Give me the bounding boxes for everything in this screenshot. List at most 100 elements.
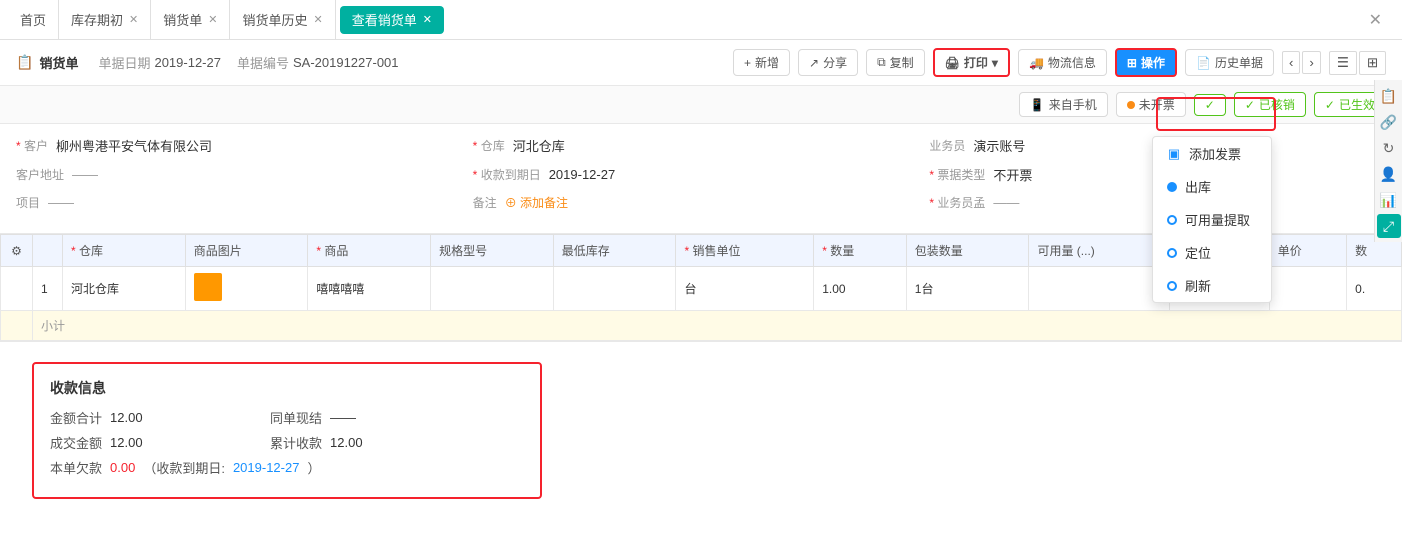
payment-title: 收款信息	[50, 378, 524, 398]
payment-cumulative-label: 累计收款	[270, 433, 322, 452]
copy-button[interactable]: ⧉ 复制	[866, 49, 925, 76]
add-remark-button[interactable]: ⊕ 添加备注	[505, 194, 568, 211]
payment-deal-value: 12.00	[110, 435, 143, 450]
operations-label: 操作	[1141, 54, 1165, 71]
payment-owe-date: 2019-12-27	[233, 460, 300, 475]
sales-staff-value: 演示账号	[973, 136, 1025, 155]
plus-icon: +	[744, 56, 751, 70]
col-settings[interactable]: ⚙	[1, 235, 33, 267]
new-label: 新增	[755, 54, 779, 71]
row-settings	[1, 267, 33, 311]
payment-owe-field: 本单欠款 0.00 （收款到期日: 2019-12-27 ）	[50, 458, 524, 477]
check-button[interactable]: ✓	[1194, 94, 1226, 116]
address-label: 客户地址	[16, 166, 64, 183]
view-grid-button[interactable]: ⊞	[1359, 51, 1386, 75]
doc-icon: 📋	[16, 54, 33, 71]
already-sold-button[interactable]: ✓ 已核销	[1234, 92, 1306, 117]
tab-view-sales[interactable]: 查看销货单 ✕	[340, 6, 444, 34]
tab-view-sales-close[interactable]: ✕	[423, 13, 432, 26]
col-available: 可用量 (...)	[1029, 235, 1169, 267]
tab-sales-order[interactable]: 销货单 ✕	[151, 0, 230, 39]
tab-home[interactable]: 首页	[8, 0, 59, 39]
outbound-label: 出库	[1185, 177, 1211, 196]
dropdown-item-refresh[interactable]: 刷新	[1153, 269, 1271, 302]
view-list-button[interactable]: ☰	[1329, 51, 1357, 75]
sales-staff2-label: 业务员孟	[929, 194, 985, 211]
col-package-qty: 包装数量	[906, 235, 1029, 267]
tab-inventory-label: 库存期初	[71, 10, 123, 29]
tab-view-sales-label: 查看销货单	[352, 10, 417, 29]
from-phone-button[interactable]: 📱 来自手机	[1019, 92, 1108, 117]
invoice-dot	[1127, 101, 1135, 109]
date-label: 单据日期	[98, 53, 150, 72]
history-icon: 📄	[1196, 56, 1211, 70]
phone-icon: 📱	[1030, 98, 1045, 112]
col-price: 单价	[1269, 235, 1346, 267]
add-invoice-label: 添加发票	[1189, 144, 1241, 163]
prev-button[interactable]: ‹	[1282, 51, 1300, 74]
product-image	[194, 273, 222, 301]
logistics-label: 物流信息	[1048, 54, 1096, 71]
col-unit: 销售单位	[676, 235, 814, 267]
tab-sales-order-close[interactable]: ✕	[208, 13, 217, 26]
not-open-button[interactable]: 未开票	[1116, 92, 1186, 117]
col-product: 商品	[308, 235, 431, 267]
dropdown-item-outbound[interactable]: 出库	[1153, 170, 1271, 203]
check-icon: ✓	[1205, 98, 1215, 112]
print-button[interactable]: 🖨 打印 ▾	[933, 48, 1010, 77]
row-product-image	[185, 267, 308, 311]
number-value: SA-20191227-001	[293, 55, 399, 70]
locate-label: 定位	[1185, 243, 1211, 262]
row-index: 1	[33, 267, 63, 311]
share-button[interactable]: ↗ 分享	[798, 49, 858, 76]
payment-deal-label: 成交金额	[50, 433, 102, 452]
project-label: 项目	[16, 194, 40, 211]
sales-staff2-value: ——	[993, 195, 1019, 210]
dropdown-item-available[interactable]: 可用量提取	[1153, 203, 1271, 236]
project-value: ——	[48, 195, 74, 210]
tab-inventory-start[interactable]: 库存期初 ✕	[59, 0, 151, 39]
tab-sales-history-close[interactable]: ✕	[314, 13, 323, 26]
tab-bar: 首页 库存期初 ✕ 销货单 ✕ 销货单历史 ✕ 查看销货单 ✕ ✕	[0, 0, 1402, 40]
logistics-button[interactable]: 🚚 物流信息	[1018, 49, 1107, 76]
main-content: 📋 销货单 单据日期 2019-12-27 单据编号 SA-20191227-0…	[0, 40, 1402, 533]
payment-same-order-value: ——	[330, 410, 356, 425]
payment-total-label: 金额合计	[50, 408, 102, 427]
operations-button[interactable]: ⊞ 操作	[1115, 48, 1177, 77]
payment-total-value: 12.00	[110, 410, 143, 425]
next-button[interactable]: ›	[1302, 51, 1320, 74]
right-icon-doc[interactable]: 📋	[1377, 84, 1401, 108]
settings-icon[interactable]: ⚙	[11, 244, 22, 258]
dropdown-item-add-invoice[interactable]: ▣ 添加发票	[1153, 137, 1271, 170]
history-label: 历史单据	[1215, 54, 1263, 71]
right-icon-chart[interactable]: 📊	[1377, 188, 1401, 212]
tab-inventory-close[interactable]: ✕	[129, 13, 138, 26]
dropdown-menu: ▣ 添加发票 出库 可用量提取 定位 刷新	[1152, 136, 1272, 303]
tab-sales-history[interactable]: 销货单历史 ✕	[230, 0, 335, 39]
row-warehouse: 河北仓库	[63, 267, 186, 311]
row-spec	[431, 267, 554, 311]
col-warehouse: 仓库	[63, 235, 186, 267]
right-panel: 📋 🔗 ↻ 👤 📊 ⤢	[1374, 80, 1402, 242]
row-price	[1269, 267, 1346, 311]
already-sold-icon: ✓	[1245, 98, 1255, 112]
dropdown-item-locate[interactable]: 定位	[1153, 236, 1271, 269]
global-close-button[interactable]: ✕	[1357, 10, 1394, 30]
new-button[interactable]: + 新增	[733, 49, 790, 76]
operations-icon: ⊞	[1127, 56, 1137, 70]
col-index	[33, 235, 63, 267]
right-icon-link[interactable]: 🔗	[1377, 110, 1401, 134]
due-date-field: 收款到期日 2019-12-27	[473, 166, 930, 183]
right-icon-user[interactable]: 👤	[1377, 162, 1401, 186]
history-button[interactable]: 📄 历史单据	[1185, 49, 1274, 76]
subtotal-settings	[1, 311, 33, 341]
secondary-toolbar: 📱 来自手机 未开票 ✓ ✓ 已核销 ✓ 已生效	[0, 86, 1402, 124]
remark-field: 备注 ⊕ 添加备注	[473, 194, 930, 211]
col-min-stock: 最低库存	[553, 235, 676, 267]
invoice-type-label: 票据类型	[929, 166, 985, 183]
right-icon-refresh[interactable]: ↻	[1377, 136, 1401, 160]
right-icon-expand[interactable]: ⤢	[1377, 214, 1401, 238]
row-product: 嘻嘻嘻嘻	[308, 267, 431, 311]
payment-section-wrapper: 收款信息 金额合计 12.00 同单现结 —— 成交金额 12.00 累计收款	[0, 342, 1402, 519]
address-field: 客户地址 ——	[16, 166, 473, 183]
